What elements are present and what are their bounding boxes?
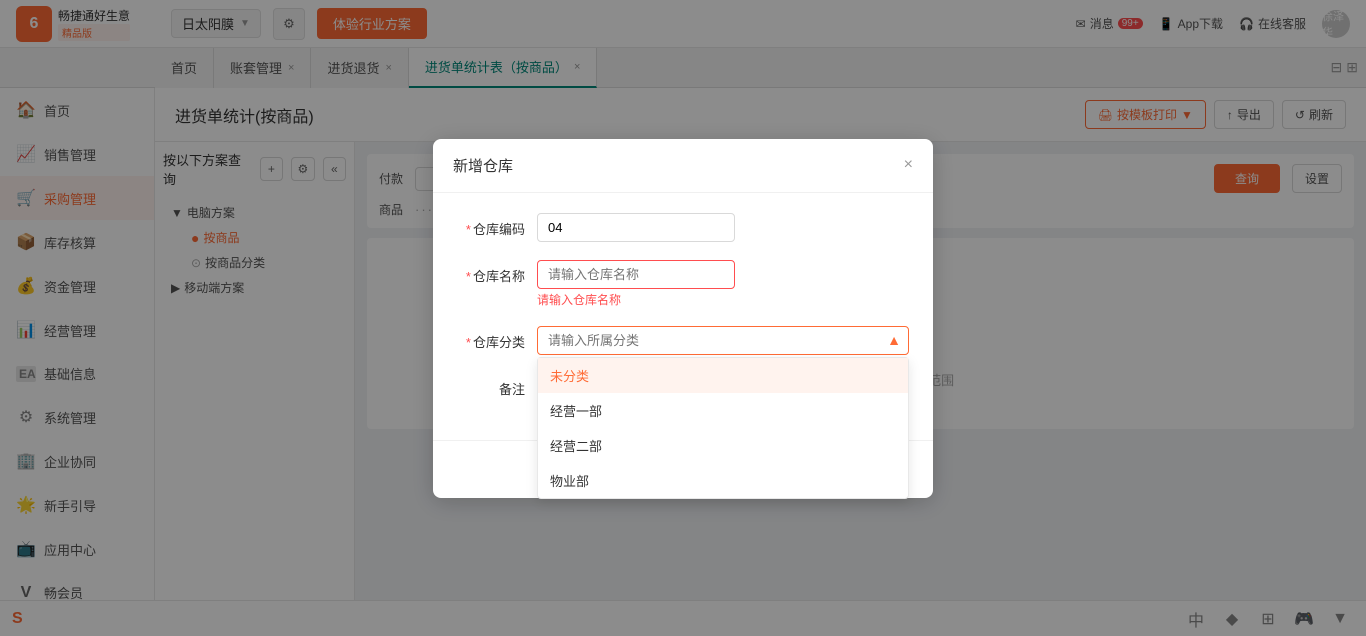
category-input[interactable] — [537, 326, 909, 355]
code-input-wrap — [537, 213, 909, 242]
remark-label: 备注 — [457, 373, 537, 398]
warehouse-name-input[interactable] — [537, 260, 735, 289]
form-row-name: *仓库名称 请输入仓库名称 — [457, 260, 909, 308]
form-row-category: *仓库分类 ▲ 未分类 经营一部 经营二部 物业部 — [457, 326, 909, 355]
dropdown-item-uncategorized[interactable]: 未分类 — [538, 358, 908, 393]
category-input-wrap: ▲ 未分类 经营一部 经营二部 物业部 — [537, 326, 909, 355]
name-error-msg: 请输入仓库名称 — [537, 291, 909, 308]
dropdown-item-dept3[interactable]: 物业部 — [538, 463, 908, 498]
dropdown-item-dept2[interactable]: 经营二部 — [538, 428, 908, 463]
modal-header: 新增仓库 × — [433, 139, 933, 193]
dropdown-item-dept1[interactable]: 经营一部 — [538, 393, 908, 428]
modal-add-warehouse: 新增仓库 × *仓库编码 *仓库名称 请输入仓库名称 — [433, 139, 933, 498]
warehouse-code-input[interactable] — [537, 213, 735, 242]
form-row-code: *仓库编码 — [457, 213, 909, 242]
modal-body: *仓库编码 *仓库名称 请输入仓库名称 *仓库分类 — [433, 193, 933, 440]
modal-overlay[interactable]: 新增仓库 × *仓库编码 *仓库名称 请输入仓库名称 — [0, 0, 1366, 636]
modal-title: 新增仓库 — [453, 155, 513, 176]
category-dropdown: 未分类 经营一部 经营二部 物业部 — [537, 357, 909, 499]
chevron-up-icon[interactable]: ▲ — [887, 332, 901, 348]
code-label: *仓库编码 — [457, 213, 537, 238]
category-label: *仓库分类 — [457, 326, 537, 351]
name-label: *仓库名称 — [457, 260, 537, 285]
modal-close-button[interactable]: × — [904, 156, 913, 174]
name-input-wrap: 请输入仓库名称 — [537, 260, 909, 308]
